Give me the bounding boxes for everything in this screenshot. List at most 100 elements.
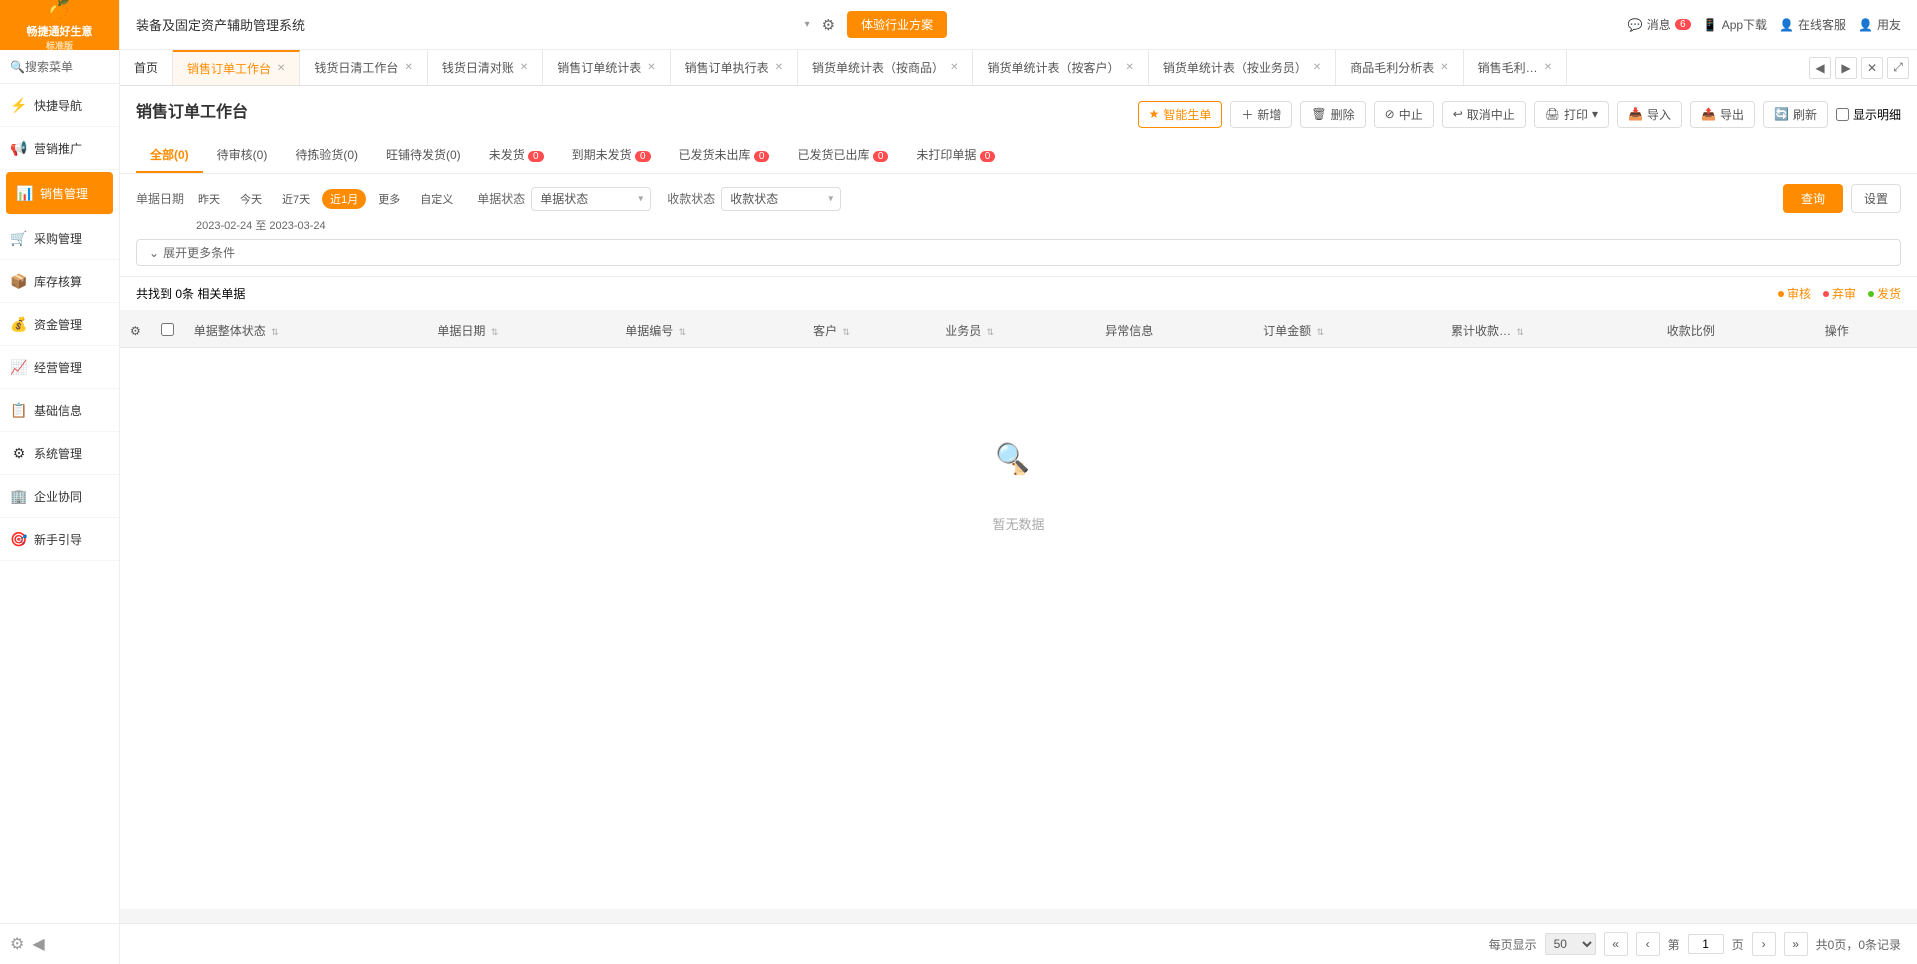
page-first-btn[interactable]: « [1604, 932, 1628, 956]
tab-ship-stat-staff-close[interactable]: ✕ [1313, 62, 1321, 73]
date-btn-today[interactable]: 今天 [232, 189, 270, 209]
horizontal-scrollbar[interactable] [120, 909, 1917, 923]
th-number[interactable]: 单据编号 ⇅ [615, 314, 803, 348]
export-btn[interactable]: 📤 导出 [1690, 101, 1755, 128]
tab-scroll-left[interactable]: ◀ [1809, 57, 1831, 79]
subtab-wangpu[interactable]: 旺铺待发货(0) [372, 138, 475, 173]
th-amount[interactable]: 订单金额 ⇅ [1253, 314, 1441, 348]
th-date[interactable]: 单据日期 ⇅ [427, 314, 615, 348]
print-btn[interactable]: 🖨 打印 ▾ [1534, 101, 1609, 128]
tab-cash-reconcile[interactable]: 钱货日清对账 ✕ [428, 50, 543, 86]
tab-ship-stat-staff[interactable]: 销货单统计表（按业务员） ✕ [1149, 50, 1336, 86]
tab-ship-stat-customer-close[interactable]: ✕ [1125, 62, 1133, 73]
tab-ship-stat-customer[interactable]: 销货单统计表（按客户） ✕ [973, 50, 1148, 86]
th-customer[interactable]: 客户 ⇅ [803, 314, 935, 348]
online-service-btn[interactable]: 👤 在线客服 [1779, 16, 1846, 33]
tab-gross-margin[interactable]: 商品毛利分析表 ✕ [1336, 50, 1463, 86]
tab-home[interactable]: 首页 [120, 50, 173, 86]
date-btn-1month[interactable]: 近1月 [322, 189, 366, 209]
industry-btn[interactable]: 体验行业方案 [847, 11, 947, 38]
show-detail-input[interactable] [1836, 108, 1849, 121]
select-all-checkbox[interactable] [161, 323, 174, 336]
th-collected[interactable]: 累计收款… ⇅ [1441, 314, 1657, 348]
subtab-pending-check[interactable]: 待拣验货(0) [281, 138, 372, 173]
page-next-btn[interactable]: › [1752, 932, 1776, 956]
page-last-btn[interactable]: » [1784, 932, 1808, 956]
th-abnormal[interactable]: 异常信息 [1095, 314, 1253, 348]
tab-ship-stat-goods[interactable]: 销货单统计表（按商品） ✕ [798, 50, 973, 86]
subtab-unshipped[interactable]: 未发货 0 [475, 138, 558, 173]
th-staff[interactable]: 业务员 ⇅ [935, 314, 1095, 348]
sidebar-item-quick-nav[interactable]: ⚡ 快捷导航 [0, 84, 119, 127]
sidebar-item-operation[interactable]: 📈 经营管理 [0, 346, 119, 389]
data-table: ⚙ 单据整体状态 ⇅ 单据日期 ⇅ 单据编号 ⇅ 客户 ⇅ 业务员 ⇅ 异常信息… [120, 314, 1917, 348]
page-prev-btn[interactable]: ‹ [1636, 932, 1660, 956]
subtab-unprinted[interactable]: 未打印单据 0 [902, 138, 1009, 173]
subtab-pending-approval[interactable]: 待审核(0) [203, 138, 282, 173]
sidebar-item-enterprise[interactable]: 🏢 企业协同 [0, 475, 119, 518]
tab-ship-stat-goods-close[interactable]: ✕ [950, 62, 958, 73]
date-btn-yesterday[interactable]: 昨天 [190, 189, 228, 209]
th-status[interactable]: 单据整体状态 ⇅ [184, 314, 428, 348]
tab-sales-exec[interactable]: 销售订单执行表 ✕ [671, 50, 798, 86]
subtab-all[interactable]: 全部(0) [136, 138, 203, 173]
date-btn-7days[interactable]: 近7天 [274, 189, 318, 209]
tab-sales-gross-close[interactable]: ✕ [1544, 62, 1552, 73]
date-btn-custom[interactable]: 自定义 [412, 189, 461, 209]
smart-create-btn[interactable]: ★ 智能生单 [1138, 101, 1223, 128]
subtab-shipped-not-out[interactable]: 已发货未出库 0 [665, 138, 784, 173]
tab-scroll-right[interactable]: ▶ [1835, 57, 1857, 79]
dropdown-arrow[interactable]: ▾ [805, 19, 810, 30]
sidebar-item-guide[interactable]: 🎯 新手引导 [0, 518, 119, 561]
message-btn[interactable]: 💬 消息 6 [1628, 16, 1691, 33]
reject-link[interactable]: 弃审 [1823, 285, 1856, 302]
sidebar-item-finance[interactable]: 💰 资金管理 [0, 303, 119, 346]
tab-cash-daily[interactable]: 钱货日清工作台 ✕ [300, 50, 427, 86]
tab-cash-reconcile-close[interactable]: ✕ [520, 62, 528, 73]
th-checkbox[interactable] [151, 314, 184, 348]
subtab-shipped-out[interactable]: 已发货已出库 0 [783, 138, 902, 173]
setting-btn[interactable]: 设置 [1851, 184, 1901, 213]
date-btn-more[interactable]: 更多 [370, 189, 408, 209]
tab-gross-margin-close[interactable]: ✕ [1440, 62, 1448, 73]
sidebar-item-search[interactable]: 🔍 搜索菜单 [0, 50, 119, 84]
add-btn[interactable]: ＋ 新增 [1230, 101, 1292, 128]
cancel-stop-btn[interactable]: ↩ 取消中止 [1442, 101, 1526, 128]
subtab-expired-unshipped[interactable]: 到期未发货 0 [558, 138, 665, 173]
receipt-select[interactable]: 收款状态 [721, 187, 841, 211]
approve-link[interactable]: 审核 [1778, 285, 1811, 302]
sidebar-item-basic[interactable]: 📋 基础信息 [0, 389, 119, 432]
app-download-btn[interactable]: 📱 App下载 [1703, 16, 1767, 33]
guide-icon: 🎯 [10, 530, 28, 548]
tab-close-all[interactable]: ✕ [1861, 57, 1883, 79]
ship-link[interactable]: 发货 [1868, 285, 1901, 302]
tab-sales-order[interactable]: 销售订单工作台 ✕ [173, 50, 300, 86]
delete-btn[interactable]: 🗑 删除 [1300, 101, 1365, 128]
refresh-btn[interactable]: 🔄 刷新 [1763, 101, 1828, 128]
sidebar-item-sales[interactable]: 📊 销售管理 [6, 172, 113, 215]
sidebar-settings-icon[interactable]: ⚙ [10, 934, 24, 954]
page-input[interactable] [1688, 934, 1724, 954]
stop-btn[interactable]: ⊘ 中止 [1374, 101, 1434, 128]
sidebar-item-purchase[interactable]: 🛒 采购管理 [0, 217, 119, 260]
user-menu-btn[interactable]: 👤 用友 [1858, 16, 1901, 33]
show-detail-checkbox[interactable]: 显示明细 [1836, 106, 1901, 123]
page-size-select[interactable]: 20 50 100 [1545, 933, 1596, 955]
tab-maximize[interactable]: ⤢ [1887, 57, 1909, 79]
sidebar-collapse-icon[interactable]: ◀ [32, 934, 44, 954]
status-select[interactable]: 单据状态 [531, 187, 651, 211]
tab-sales-stat[interactable]: 销售订单统计表 ✕ [543, 50, 670, 86]
import-btn[interactable]: 📥 导入 [1617, 101, 1682, 128]
tab-cash-daily-close[interactable]: ✕ [404, 62, 412, 73]
gear-icon[interactable]: ⚙ [822, 16, 835, 34]
tab-sales-order-close[interactable]: ✕ [277, 63, 285, 74]
sidebar-item-system[interactable]: ⚙ 系统管理 [0, 432, 119, 475]
th-setting[interactable]: ⚙ [120, 314, 151, 348]
tab-sales-exec-close[interactable]: ✕ [775, 62, 783, 73]
sidebar-item-inventory[interactable]: 📦 库存核算 [0, 260, 119, 303]
sidebar-item-marketing[interactable]: 📢 营销推广 [0, 127, 119, 170]
expand-filter-btn[interactable]: ⌄ 展开更多条件 [136, 239, 1901, 266]
tab-sales-gross[interactable]: 销售毛利… ✕ [1464, 50, 1567, 86]
query-btn[interactable]: 查询 [1783, 184, 1843, 213]
tab-sales-stat-close[interactable]: ✕ [647, 62, 655, 73]
